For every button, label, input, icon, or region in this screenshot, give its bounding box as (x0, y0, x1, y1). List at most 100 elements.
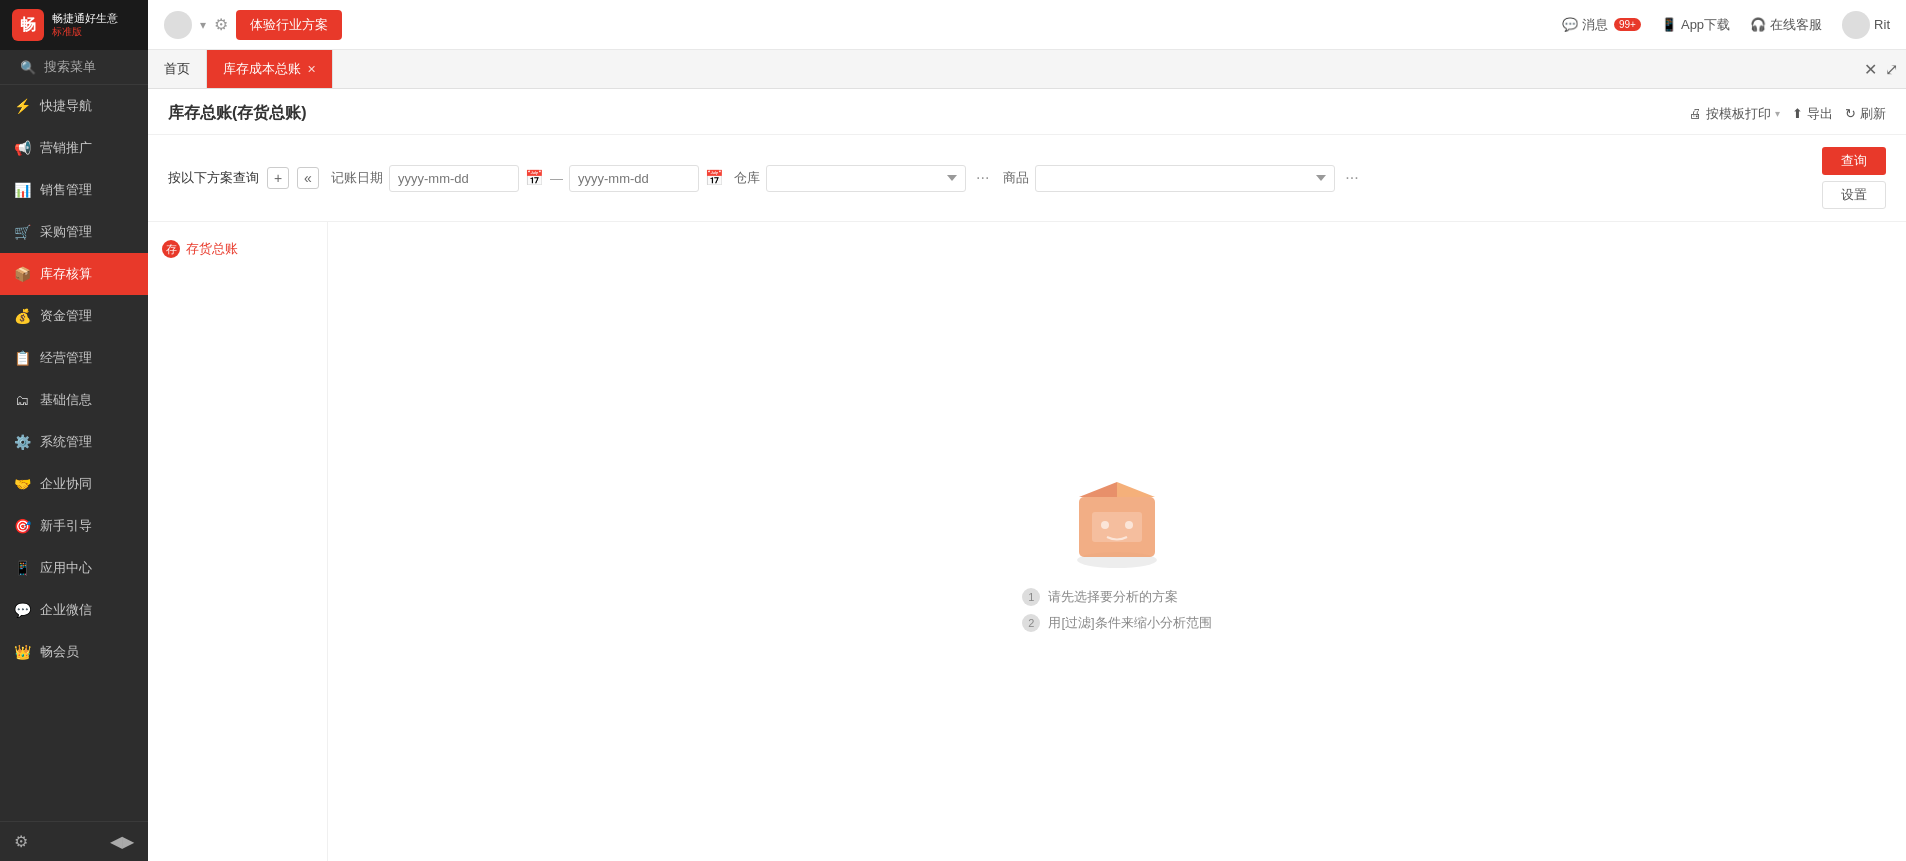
scheme-item-inventory-total[interactable]: 存 存货总账 (148, 232, 327, 266)
empty-svg (1057, 452, 1177, 572)
sidebar-item-purchase[interactable]: 🛒 采购管理 (0, 211, 148, 253)
filter-collapse-btn[interactable]: « (297, 167, 319, 189)
tab-close-icon[interactable]: ✕ (307, 63, 316, 76)
sidebar-item-label: 采购管理 (40, 223, 92, 241)
tab-home-label: 首页 (164, 60, 190, 78)
date-dash: — (550, 171, 563, 186)
calendar-start-icon[interactable]: 📅 (525, 169, 544, 187)
filter-area: 按以下方案查询 + « 记账日期 📅 — 📅 仓库 (148, 135, 1906, 222)
filter-date-group: 记账日期 📅 — 📅 (331, 165, 724, 192)
sidebar-item-finance[interactable]: 💰 资金管理 (0, 295, 148, 337)
empty-text-area: 1 请先选择要分析的方案 2 用[过滤]条件来缩小分析范围 (1022, 588, 1211, 632)
export-icon: ⬆ (1792, 106, 1803, 121)
sidebar-item-app-center[interactable]: 📱 应用中心 (0, 547, 148, 589)
sidebar-item-label: 应用中心 (40, 559, 92, 577)
warehouse-label: 仓库 (734, 169, 760, 187)
sidebar-item-sales[interactable]: 📊 销售管理 (0, 169, 148, 211)
sidebar-item-basic[interactable]: 🗂 基础信息 (0, 379, 148, 421)
sidebar-search[interactable]: 🔍 搜索菜单 (0, 50, 148, 85)
online-support-btn[interactable]: 🎧 在线客服 (1750, 16, 1822, 34)
date-end-input[interactable] (569, 165, 699, 192)
newbie-icon: 🎯 (12, 516, 32, 536)
sidebar-item-label: 企业微信 (40, 601, 92, 619)
warehouse-select[interactable] (766, 165, 966, 192)
scheme-panel: 存 存货总账 (148, 222, 328, 861)
query-btn[interactable]: 查询 (1822, 147, 1886, 175)
calendar-end-icon[interactable]: 📅 (705, 169, 724, 187)
refresh-btn[interactable]: ↻ 刷新 (1845, 105, 1886, 123)
print-btn[interactable]: 🖨 按模板打印 ▾ (1689, 105, 1780, 123)
filter-warehouse-group: 仓库 ··· (734, 165, 993, 192)
empty-hint-2: 2 用[过滤]条件来缩小分析范围 (1022, 614, 1211, 632)
logo-icon: 畅 (12, 9, 44, 41)
sidebar-item-label: 系统管理 (40, 433, 92, 451)
finance-icon: 💰 (12, 306, 32, 326)
collapse-sidebar-icon[interactable]: ◀▶ (110, 832, 134, 851)
sidebar-item-weixin[interactable]: 💬 企业微信 (0, 589, 148, 631)
sidebar-nav: ⚡ 快捷导航 📢 营销推广 📊 销售管理 🛒 采购管理 📦 库存核算 💰 资金管… (0, 85, 148, 821)
filter-row: 记账日期 📅 — 📅 仓库 ··· (331, 165, 1810, 192)
sidebar-item-enterprise[interactable]: 🤝 企业协同 (0, 463, 148, 505)
sidebar-item-label: 库存核算 (40, 265, 92, 283)
sidebar-item-newbie[interactable]: 🎯 新手引导 (0, 505, 148, 547)
tab-home[interactable]: 首页 (148, 50, 207, 88)
basic-icon: 🗂 (12, 390, 32, 410)
sidebar-item-marketing[interactable]: 📢 营销推广 (0, 127, 148, 169)
topbar-avatar (164, 11, 192, 39)
inventory-icon: 📦 (12, 264, 32, 284)
svg-rect-2 (1092, 512, 1142, 542)
date-label: 记账日期 (331, 169, 383, 187)
sidebar-item-system[interactable]: ⚙️ 系统管理 (0, 421, 148, 463)
date-start-input[interactable] (389, 165, 519, 192)
refresh-icon: ↻ (1845, 106, 1856, 121)
tabs-right: ✕ ⤢ (1864, 60, 1906, 79)
tabs-close-all-btn[interactable]: ✕ (1864, 60, 1877, 79)
sidebar: 畅 畅捷通好生意 标准版 🔍 搜索菜单 ⚡ 快捷导航 📢 营销推广 📊 销售管理… (0, 0, 148, 861)
tab-inventory-cost-label: 库存成本总账 (223, 60, 301, 78)
sidebar-item-inventory[interactable]: 📦 库存核算 (0, 253, 148, 295)
user-area[interactable]: Rit (1842, 11, 1890, 39)
search-icon: 🔍 (20, 60, 36, 75)
operation-icon: 📋 (12, 348, 32, 368)
topbar-dropdown-arrow[interactable]: ▾ (200, 18, 206, 32)
industry-btn[interactable]: 体验行业方案 (236, 10, 342, 40)
message-badge: 99+ (1614, 18, 1641, 31)
topbar-gear-icon[interactable]: ⚙ (214, 15, 228, 34)
page-header: 库存总账(存货总账) 🖨 按模板打印 ▾ ⬆ 导出 ↻ 刷新 (148, 89, 1906, 135)
warehouse-more-icon[interactable]: ··· (972, 167, 993, 189)
sidebar-item-member[interactable]: 👑 畅会员 (0, 631, 148, 673)
member-icon: 👑 (12, 642, 32, 662)
purchase-icon: 🛒 (12, 222, 32, 242)
settings-icon[interactable]: ⚙ (14, 832, 28, 851)
sidebar-item-label: 资金管理 (40, 307, 92, 325)
message-icon: 💬 (1562, 17, 1578, 32)
message-btn[interactable]: 💬 消息 99+ (1562, 16, 1641, 34)
sales-icon: 📊 (12, 180, 32, 200)
page-panel: 库存总账(存货总账) 🖨 按模板打印 ▾ ⬆ 导出 ↻ 刷新 (148, 89, 1906, 861)
enterprise-icon: 🤝 (12, 474, 32, 494)
goods-select[interactable] (1035, 165, 1335, 192)
export-btn[interactable]: ⬆ 导出 (1792, 105, 1833, 123)
app-logo: 畅 畅捷通好生意 标准版 (0, 0, 148, 50)
page-header-actions: 🖨 按模板打印 ▾ ⬆ 导出 ↻ 刷新 (1689, 105, 1886, 123)
empty-illustration (1057, 452, 1177, 572)
sidebar-item-operation[interactable]: 📋 经营管理 (0, 337, 148, 379)
logo-text: 畅捷通好生意 标准版 (52, 11, 118, 39)
settings-btn[interactable]: 设置 (1822, 181, 1886, 209)
print-dropdown-icon: ▾ (1775, 108, 1780, 119)
sidebar-item-label: 基础信息 (40, 391, 92, 409)
empty-hint-1: 1 请先选择要分析的方案 (1022, 588, 1211, 606)
tab-inventory-cost[interactable]: 库存成本总账 ✕ (207, 50, 333, 88)
filter-label: 按以下方案查询 + « (168, 167, 319, 189)
filter-add-btn[interactable]: + (267, 167, 289, 189)
marketing-icon: 📢 (12, 138, 32, 158)
sidebar-item-quick-nav[interactable]: ⚡ 快捷导航 (0, 85, 148, 127)
app-download-btn[interactable]: 📱 App下载 (1661, 16, 1730, 34)
sidebar-footer: ⚙ ◀▶ (0, 821, 148, 861)
tabs-expand-btn[interactable]: ⤢ (1885, 60, 1898, 79)
weixin-icon: 💬 (12, 600, 32, 620)
sidebar-item-label: 经营管理 (40, 349, 92, 367)
page-content: 库存总账(存货总账) 🖨 按模板打印 ▾ ⬆ 导出 ↻ 刷新 (148, 89, 1906, 861)
system-icon: ⚙️ (12, 432, 32, 452)
goods-more-icon[interactable]: ··· (1341, 167, 1362, 189)
